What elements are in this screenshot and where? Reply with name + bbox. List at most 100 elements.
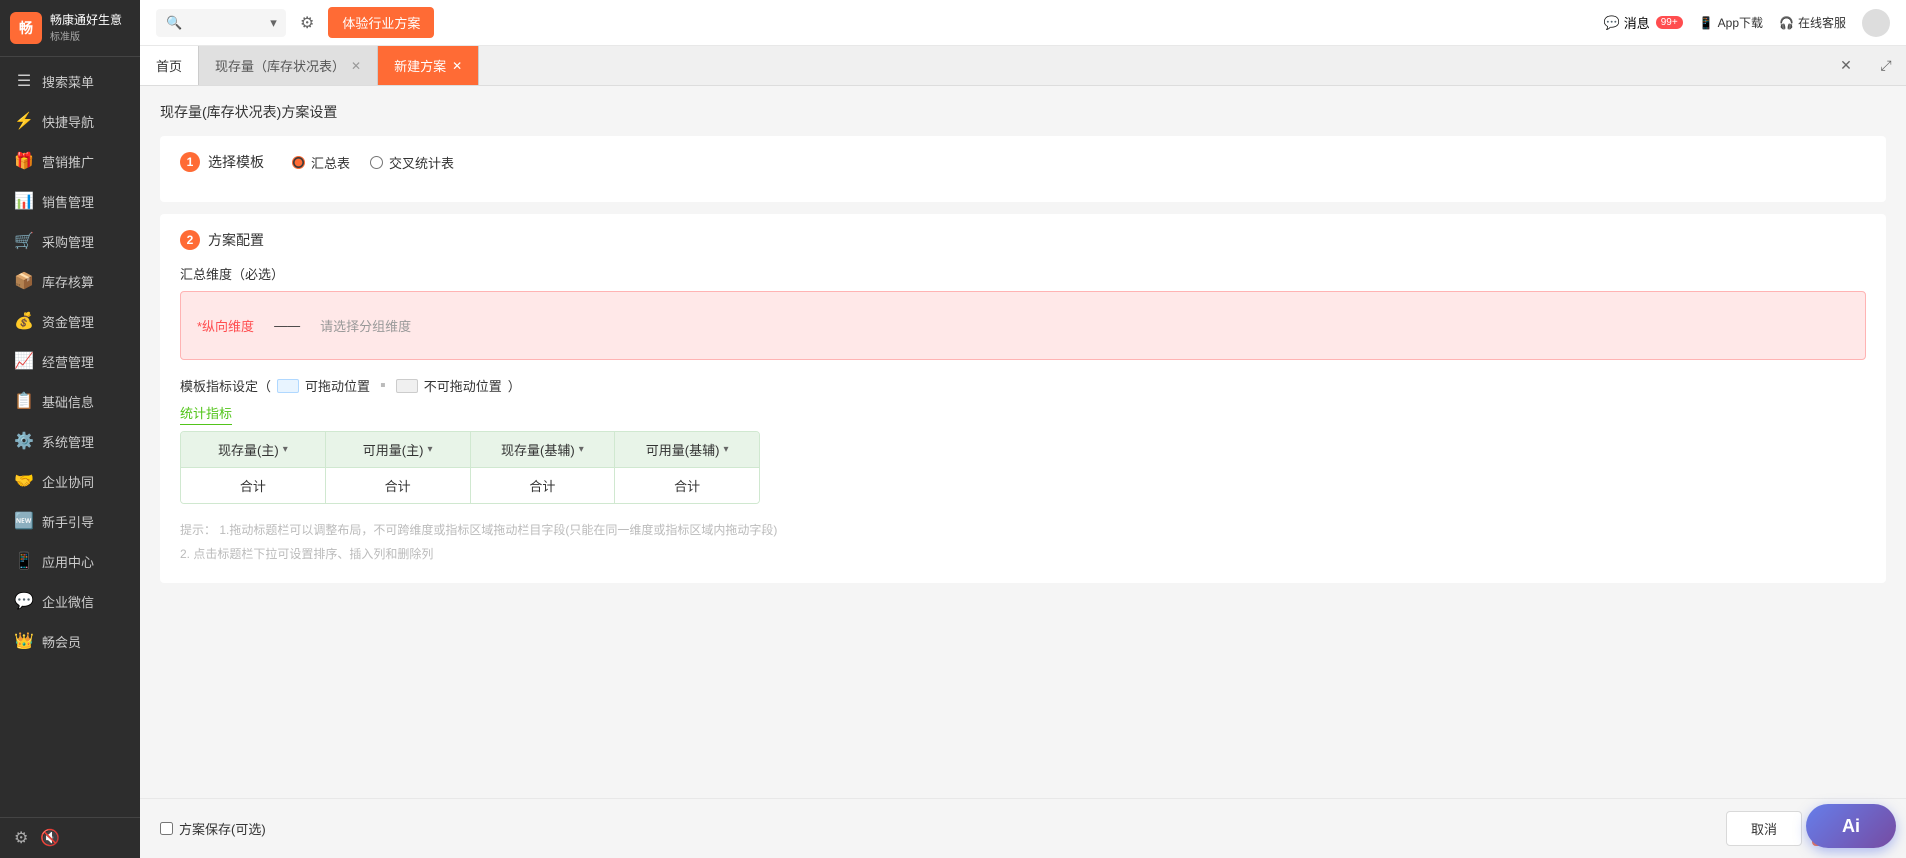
user-avatar xyxy=(1862,9,1890,37)
dimension-box[interactable]: *纵向维度 —— 请选择分组维度 xyxy=(180,291,1866,360)
sidebar-item-purchase[interactable]: 🛒 采购管理 xyxy=(0,221,140,261)
col-header-0[interactable]: 现存量(主) ▾ xyxy=(181,432,326,467)
step2-section: 2 方案配置 汇总维度（必选） *纵向维度 —— 请选择分组维度 模板指标设定（… xyxy=(160,214,1886,583)
basic-info-icon: 📋 xyxy=(14,391,34,411)
tab-inventory-status-close[interactable]: ✕ xyxy=(351,59,361,73)
app-name: 畅康通好生意 xyxy=(50,13,122,29)
save-checkbox[interactable] xyxy=(160,822,173,835)
sidebar-item-label: 营销推广 xyxy=(42,152,94,171)
sidebar-item-marketing[interactable]: 🎁 营销推广 xyxy=(0,141,140,181)
sidebar-item-finance[interactable]: 💰 资金管理 xyxy=(0,301,140,341)
col-header-2[interactable]: 现存量(基辅) ▾ xyxy=(471,432,616,467)
settings-bottom-icon[interactable]: ⚙ xyxy=(14,828,28,848)
tab-new-scheme[interactable]: 新建方案 ✕ xyxy=(378,46,479,85)
sidebar-item-quick-nav[interactable]: ⚡ 快捷导航 xyxy=(0,101,140,141)
tab-home[interactable]: 首页 xyxy=(140,46,199,85)
dimension-arrow: —— xyxy=(274,318,300,333)
save-option[interactable]: 方案保存(可选) xyxy=(160,819,266,838)
tab-bar: 首页 现存量（库存状况表） ✕ 新建方案 ✕ ✕ ⤢ xyxy=(140,46,1906,86)
sidebar-item-sales[interactable]: 📊 销售管理 xyxy=(0,181,140,221)
enterprise-weixin-icon: 💬 xyxy=(14,591,34,611)
col-header-0-label: 现存量(主) xyxy=(218,440,279,459)
sidebar-item-enterprise-weixin[interactable]: 💬 企业微信 xyxy=(0,581,140,621)
service-icon: 🎧 xyxy=(1779,16,1794,30)
tip-2: 2. 点击标题栏下拉可设置排序、插入列和删除列 xyxy=(180,544,1866,566)
sidebar-item-operations[interactable]: 📈 经营管理 xyxy=(0,341,140,381)
sidebar-item-search-menu[interactable]: ☰ 搜索菜单 xyxy=(0,61,140,101)
sidebar-item-system[interactable]: ⚙️ 系统管理 xyxy=(0,421,140,461)
sidebar-item-label: 应用中心 xyxy=(42,552,94,571)
indicators-legend-row: 模板指标设定（ 可拖动位置 ▪ 不可拖动位置 ） xyxy=(180,376,1866,395)
sidebar-item-label: 资金管理 xyxy=(42,312,94,331)
topbar: 🔍 ▾ ⚙ 体验行业方案 💬 消息 99+ 📱 App下载 🎧 在线客服 xyxy=(140,0,1906,46)
member-icon: 👑 xyxy=(14,631,34,651)
sidebar-item-label: 销售管理 xyxy=(42,192,94,211)
stats-cell-0: 合计 xyxy=(181,468,326,503)
bottom-bar: 方案保存(可选) 取消 查询 xyxy=(140,798,1906,858)
industry-plan-button[interactable]: 体验行业方案 xyxy=(328,7,434,38)
close-window-button[interactable]: ✕ xyxy=(1826,45,1866,85)
sidebar-item-label: 畅会员 xyxy=(42,632,81,651)
user-avatar-button[interactable] xyxy=(1862,9,1890,37)
col-header-3-label: 可用量(基辅) xyxy=(646,440,720,459)
dimension-placeholder: 请选择分组维度 xyxy=(320,316,411,335)
finance-icon: 💰 xyxy=(14,311,34,331)
enterprise-icon: 🤝 xyxy=(14,471,34,491)
sidebar-item-basic-info[interactable]: 📋 基础信息 xyxy=(0,381,140,421)
sidebar-item-new-guide[interactable]: 🆕 新手引导 xyxy=(0,501,140,541)
message-icon: 💬 xyxy=(1604,15,1620,31)
col-header-3[interactable]: 可用量(基辅) ▾ xyxy=(615,432,759,467)
online-service-button[interactable]: 🎧 在线客服 xyxy=(1779,14,1846,31)
sidebar-item-app-center[interactable]: 📱 应用中心 xyxy=(0,541,140,581)
sidebar-nav: ☰ 搜索菜单 ⚡ 快捷导航 🎁 营销推广 📊 销售管理 🛒 采购管理 📦 库存核… xyxy=(0,57,140,817)
sidebar-item-enterprise[interactable]: 🤝 企业协同 xyxy=(0,461,140,501)
sidebar: 畅 畅康通好生意 标准版 ☰ 搜索菜单 ⚡ 快捷导航 🎁 营销推广 📊 销售管理… xyxy=(0,0,140,858)
dimension-label: 汇总维度（必选） xyxy=(180,264,1866,283)
messages-button[interactable]: 💬 消息 99+ xyxy=(1604,13,1683,32)
col-header-1-label: 可用量(主) xyxy=(363,440,424,459)
cancel-button[interactable]: 取消 xyxy=(1726,811,1802,846)
stats-table-header: 现存量(主) ▾ 可用量(主) ▾ 现存量(基辅) ▾ 可用量(基辅) xyxy=(181,432,759,467)
legend-fixed: 不可拖动位置 xyxy=(396,376,502,395)
search-box: 🔍 ▾ xyxy=(156,9,286,37)
inventory-icon: 📦 xyxy=(14,271,34,291)
search-input[interactable] xyxy=(186,16,266,30)
quick-nav-icon: ⚡ xyxy=(14,111,34,131)
save-label: 方案保存(可选) xyxy=(179,819,266,838)
app-download-button[interactable]: 📱 App下载 xyxy=(1699,14,1763,31)
tab-inventory-status[interactable]: 现存量（库存状况表） ✕ xyxy=(199,46,378,85)
radio-summary[interactable]: 汇总表 xyxy=(292,153,350,172)
sales-icon: 📊 xyxy=(14,191,34,211)
purchase-icon: 🛒 xyxy=(14,231,34,251)
stats-section: 统计指标 现存量(主) ▾ 可用量(主) ▾ 现存量(基辅) xyxy=(180,403,1866,504)
sidebar-item-label: 快捷导航 xyxy=(42,112,94,131)
message-badge: 99+ xyxy=(1656,16,1683,29)
ai-float-button[interactable]: Ai xyxy=(1806,804,1896,848)
app-logo: 畅 畅康通好生意 标准版 xyxy=(0,0,140,57)
sound-icon[interactable]: 🔇 xyxy=(40,828,60,848)
logo-icon: 畅 xyxy=(10,12,42,44)
legend-draggable: 可拖动位置 xyxy=(277,376,370,395)
step2-header: 2 方案配置 xyxy=(180,230,1866,250)
col-header-1[interactable]: 可用量(主) ▾ xyxy=(326,432,471,467)
search-dropdown-icon[interactable]: ▾ xyxy=(270,13,277,33)
radio-summary-input[interactable] xyxy=(292,156,305,169)
sidebar-item-label: 企业协同 xyxy=(42,472,94,491)
step1-header: 1 选择模板 汇总表 交叉统计表 xyxy=(180,152,1866,172)
sidebar-item-member[interactable]: 👑 畅会员 xyxy=(0,621,140,661)
expand-window-button[interactable]: ⤢ xyxy=(1866,45,1906,85)
new-guide-icon: 🆕 xyxy=(14,511,34,531)
legend-separator: ▪ xyxy=(376,377,390,395)
topbar-gear-icon[interactable]: ⚙ xyxy=(300,13,314,33)
sidebar-item-label: 经营管理 xyxy=(42,352,94,371)
sidebar-item-label: 基础信息 xyxy=(42,392,94,411)
stats-title: 统计指标 xyxy=(180,403,232,425)
radio-cross-input[interactable] xyxy=(370,156,383,169)
radio-cross[interactable]: 交叉统计表 xyxy=(370,153,454,172)
tab-new-scheme-close[interactable]: ✕ xyxy=(452,59,462,73)
stats-cell-2: 合计 xyxy=(471,468,616,503)
sidebar-item-inventory[interactable]: 📦 库存核算 xyxy=(0,261,140,301)
service-label: 在线客服 xyxy=(1798,14,1846,31)
legend-draggable-box xyxy=(277,379,299,393)
sidebar-item-label: 系统管理 xyxy=(42,432,94,451)
